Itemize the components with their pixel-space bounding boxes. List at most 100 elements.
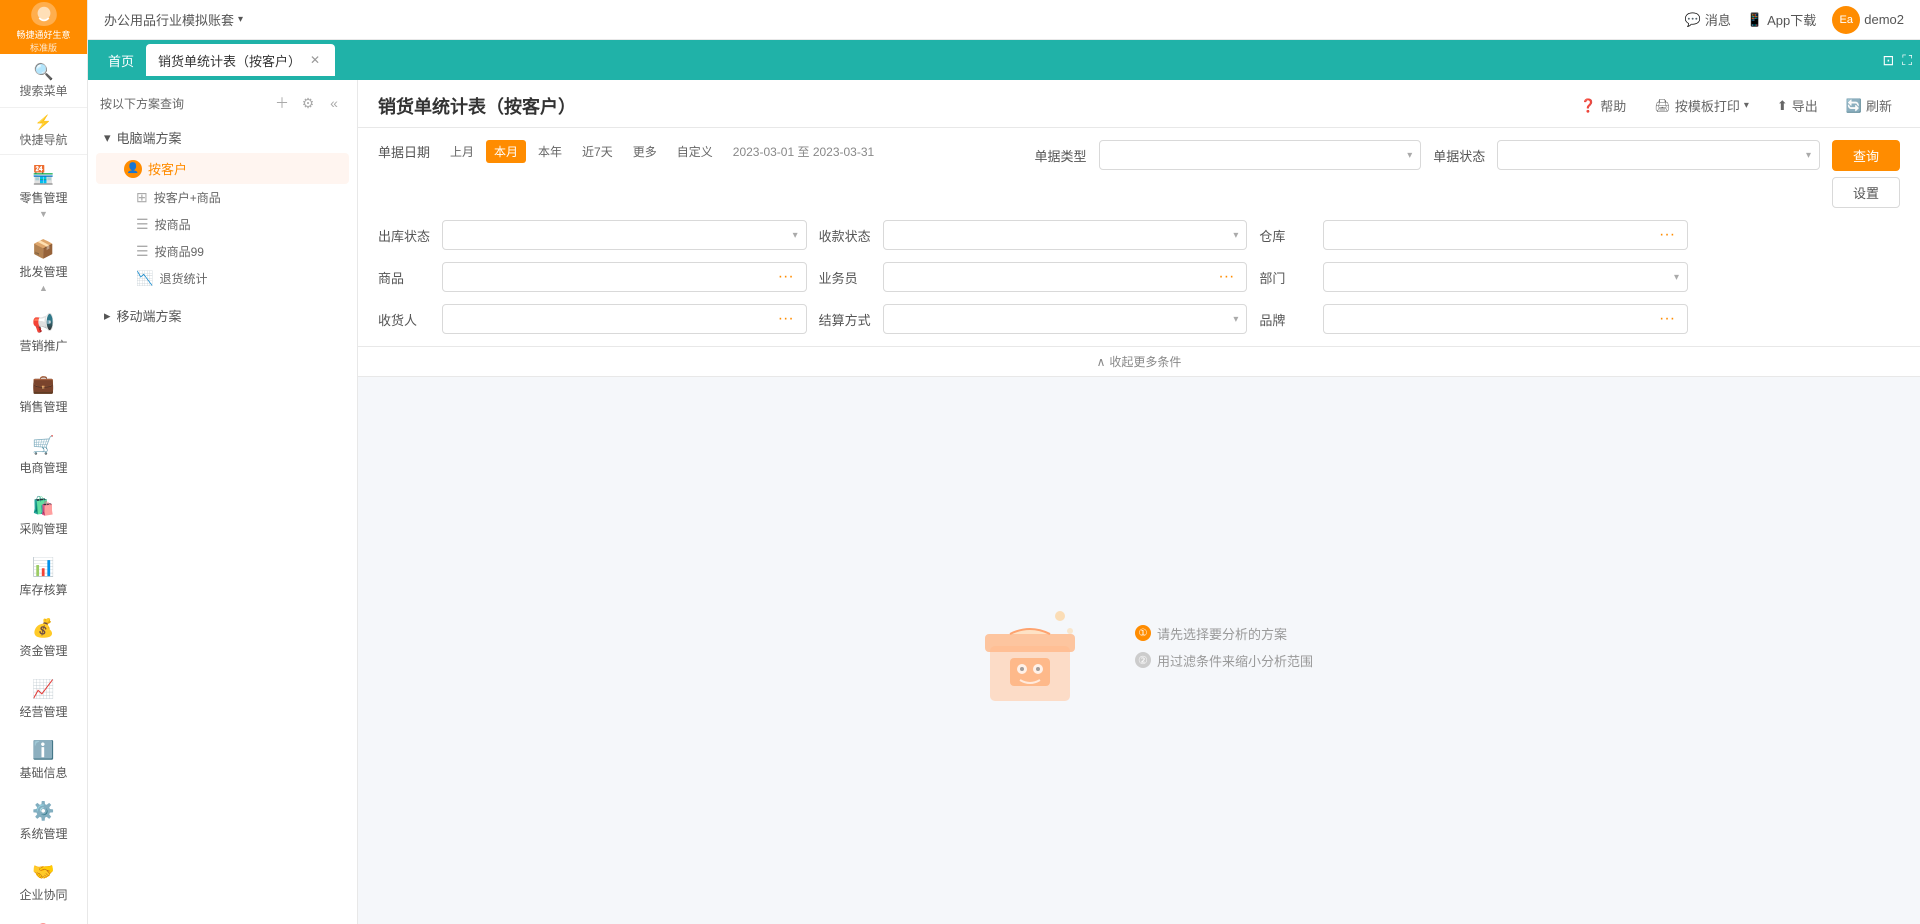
collapse-chevron-icon: ∧	[1097, 355, 1106, 369]
salesperson-select[interactable]: ···	[883, 262, 1248, 292]
inventory-label: 库存核算	[19, 581, 67, 598]
marketing-label: 营销推广	[19, 337, 67, 354]
tree-group-chevron-mobile: ▸	[104, 308, 111, 324]
template-print-btn[interactable]: 🖨 按模板打印 ▾	[1646, 92, 1757, 119]
help-btn[interactable]: ❓ 帮助	[1572, 92, 1634, 119]
refresh-icon: 🔄	[1846, 98, 1862, 114]
date-btn-this-month[interactable]: 本月	[486, 140, 526, 163]
sidebar-item-marketing[interactable]: 📢 营销推广	[0, 303, 87, 364]
department-label: 部门	[1259, 268, 1315, 287]
collapse-panel-btn[interactable]: «	[323, 92, 345, 114]
settlement-select[interactable]: ▾	[883, 304, 1248, 334]
query-button[interactable]: 查询	[1832, 140, 1900, 171]
tip2-icon: ②	[1135, 652, 1151, 668]
warehouse-dots[interactable]: ···	[1655, 226, 1679, 244]
sidebar-quick-nav[interactable]: ⚡ 快捷导航	[0, 108, 87, 155]
sidebar-item-enterprise[interactable]: 🤝 企业协同	[0, 852, 87, 913]
retail-icon: 🏪	[32, 165, 54, 186]
warehouse-select[interactable]: ···	[1323, 220, 1688, 250]
settings-scheme-btn[interactable]: ⚙	[297, 92, 319, 114]
add-scheme-btn[interactable]: ＋	[271, 92, 293, 114]
product-dots[interactable]: ···	[774, 268, 798, 286]
tree-item-customer[interactable]: 👤 按客户	[96, 153, 349, 184]
customer-scheme-icon: 👤	[124, 160, 142, 178]
export-label: 导出	[1792, 96, 1818, 115]
tree-group-mobile[interactable]: ▸ 移动端方案	[96, 300, 349, 331]
app-download-btn[interactable]: 📱 App下载	[1747, 10, 1816, 29]
tree-group-label-mobile: 移动端方案	[117, 306, 182, 325]
delivery-status-select[interactable]: ▾	[442, 220, 807, 250]
tab-close-btn[interactable]: ✕	[307, 52, 323, 68]
empty-illustration	[965, 596, 1095, 706]
left-panel: 按以下方案查询 ＋ ⚙ « ▾ 电脑端方案 👤 按客户 ⊞	[88, 80, 358, 924]
message-label: 消息	[1705, 10, 1731, 29]
tab-actions: ⊡ ⛶	[1882, 52, 1912, 69]
sidebar-item-basic[interactable]: ℹ️ 基础信息	[0, 730, 87, 791]
page-title-bar: 销货单统计表（按客户） ❓ 帮助 🖨 按模板打印 ▾ ⬆ 导出	[358, 80, 1920, 128]
payment-status-select[interactable]: ▾	[883, 220, 1248, 250]
window-restore-icon[interactable]: ⊡	[1882, 52, 1894, 69]
sidebar-logo[interactable]: 畅捷通好生意 标准版	[0, 0, 88, 54]
window-maximize-icon[interactable]: ⛶	[1902, 52, 1912, 69]
marketing-icon: 📢	[32, 313, 54, 334]
order-type-select[interactable]: ▾	[1099, 140, 1422, 170]
tree-item-return[interactable]: 📉 退货统计	[96, 265, 349, 292]
brand-select[interactable]: ···	[1323, 304, 1688, 334]
sidebar-item-finance[interactable]: 💰 资金管理	[0, 608, 87, 669]
date-btn-7days[interactable]: 近7天	[574, 140, 621, 163]
sidebar-item-operations[interactable]: 📈 经营管理	[0, 669, 87, 730]
sidebar-item-inventory[interactable]: 📊 库存核算	[0, 547, 87, 608]
retail-chevron: ▼	[39, 209, 48, 219]
customer-product-icon: ⊞	[136, 189, 148, 206]
salesperson-dots[interactable]: ···	[1214, 268, 1238, 286]
settlement-label: 结算方式	[819, 310, 875, 329]
user-profile[interactable]: Ea demo2	[1832, 6, 1904, 34]
sidebar-item-wholesale[interactable]: 📦 批发管理 ▲	[0, 229, 87, 303]
sidebar-item-system[interactable]: ⚙️ 系统管理	[0, 791, 87, 852]
settings-button[interactable]: 设置	[1832, 177, 1900, 208]
export-btn[interactable]: ⬆ 导出	[1769, 92, 1826, 119]
collapse-bar[interactable]: ∧ 收起更多条件	[358, 347, 1920, 377]
tab-home[interactable]: 首页	[96, 44, 146, 76]
sidebar-search[interactable]: 🔍 搜索菜单	[0, 54, 87, 108]
app-subtitle: 标准版	[30, 41, 57, 54]
tree-item-product[interactable]: ☰ 按商品	[96, 211, 349, 238]
sidebar-item-newuser[interactable]: 🎯 新手引导	[0, 913, 87, 924]
top-header: 办公用品行业模拟账套 ▾ 💬 消息 📱 App下载 Ea demo2	[88, 0, 1920, 40]
message-icon: 💬	[1685, 12, 1701, 28]
product-select[interactable]: ···	[442, 262, 807, 292]
recipient-select[interactable]: ···	[442, 304, 807, 334]
date-btn-custom[interactable]: 自定义	[669, 140, 721, 163]
sidebar-item-retail[interactable]: 🏪 零售管理 ▼	[0, 155, 87, 229]
brand-label: 品牌	[1259, 310, 1315, 329]
template-print-label: 按模板打印	[1675, 96, 1740, 115]
order-status-label: 单据状态	[1433, 146, 1489, 165]
date-btn-this-year[interactable]: 本年	[530, 140, 570, 163]
sidebar-item-purchase[interactable]: 🛍️ 采购管理	[0, 486, 87, 547]
date-btn-last-month[interactable]: 上月	[442, 140, 482, 163]
print-icon: 🖨	[1654, 98, 1671, 114]
recipient-dots[interactable]: ···	[774, 310, 798, 328]
empty-tips: ① 请先选择要分析的方案 ② 用过滤条件来缩小分析范围	[1135, 624, 1313, 678]
tree-group-desktop[interactable]: ▾ 电脑端方案	[96, 122, 349, 153]
tree-item-product99[interactable]: ☰ 按商品99	[96, 238, 349, 265]
app-download-label: App下载	[1767, 10, 1816, 29]
date-btn-more[interactable]: 更多	[625, 140, 665, 163]
tree-item-customer-product[interactable]: ⊞ 按客户+商品	[96, 184, 349, 211]
empty-tip-2: ② 用过滤条件来缩小分析范围	[1135, 651, 1313, 670]
content-area: 按以下方案查询 ＋ ⚙ « ▾ 电脑端方案 👤 按客户 ⊞	[88, 80, 1920, 924]
product-icon: ☰	[136, 216, 149, 233]
tab-sales-report[interactable]: 销货单统计表（按客户） ✕	[146, 44, 335, 76]
account-dropdown[interactable]: 办公用品行业模拟账套 ▾	[104, 10, 243, 29]
message-btn[interactable]: 💬 消息	[1685, 10, 1731, 29]
header-left: 办公用品行业模拟账套 ▾	[104, 10, 243, 29]
order-status-select[interactable]: ▾	[1497, 140, 1820, 170]
sidebar-item-sales[interactable]: 💼 销售管理	[0, 364, 87, 425]
sidebar-item-ecommerce[interactable]: 🛒 电商管理	[0, 425, 87, 486]
page-title: 销货单统计表（按客户）	[378, 93, 576, 119]
user-name: demo2	[1864, 12, 1904, 27]
payment-chevron: ▾	[1233, 230, 1238, 241]
department-select[interactable]: ▾	[1323, 262, 1688, 292]
refresh-btn[interactable]: 🔄 刷新	[1838, 92, 1900, 119]
brand-dots[interactable]: ···	[1655, 310, 1679, 328]
